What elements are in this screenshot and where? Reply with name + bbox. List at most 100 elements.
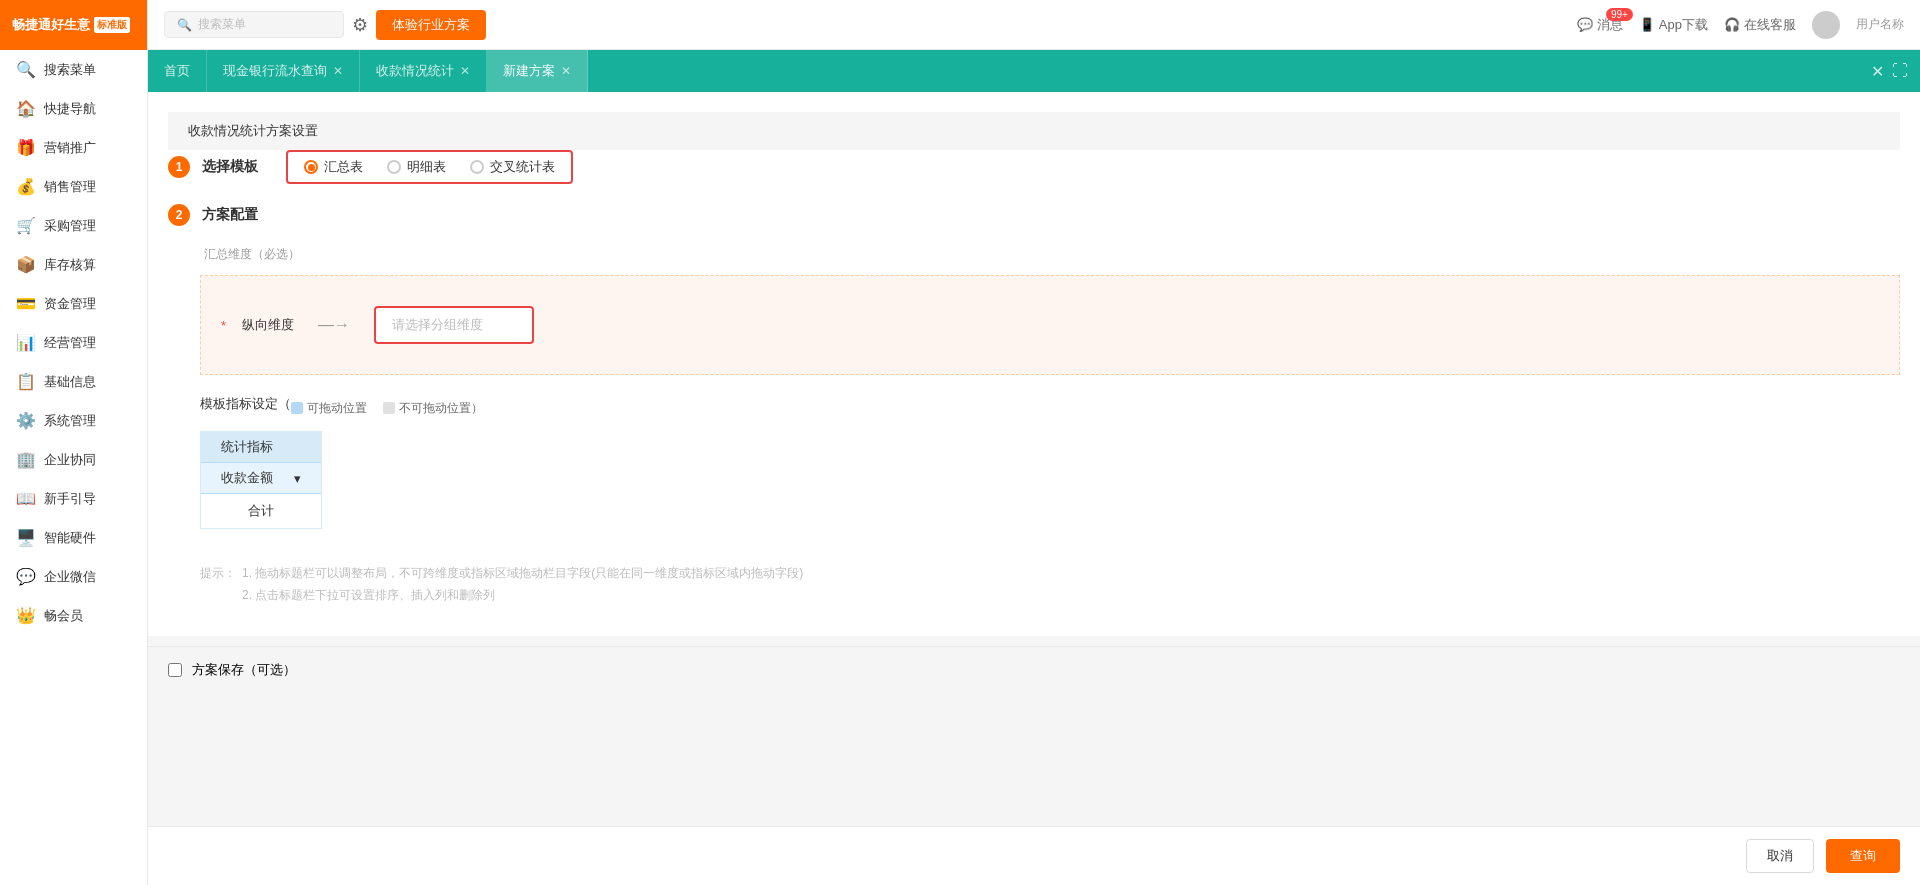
clipboard-icon: 📋 xyxy=(16,372,36,391)
config-content: 汇总维度（必选） * 纵向维度 —→ 请选择分组维度 模板指标设定（ xyxy=(168,246,1900,616)
box-icon: 📦 xyxy=(16,255,36,274)
sidebar-item-label: 基础信息 xyxy=(44,373,96,391)
step2-num: 2 xyxy=(168,204,190,226)
service-btn[interactable]: 🎧 在线客服 xyxy=(1724,16,1796,34)
legend-draggable-label: 可拖动位置 xyxy=(307,400,367,417)
tab-collection-stats[interactable]: 收款情况统计 ✕ xyxy=(360,50,487,92)
sidebar: 畅捷通好生意 标准版 🔍 搜索菜单 🏠 快捷导航 🎁 营销推广 💰 销售管理 🛒… xyxy=(0,0,148,885)
query-button[interactable]: 查询 xyxy=(1826,839,1900,873)
indicator-section-title: 模板指标设定（ xyxy=(200,395,291,413)
download-btn[interactable]: 📱 App下载 xyxy=(1639,16,1708,34)
tab-home-label: 首页 xyxy=(164,62,190,80)
sidebar-item-purchase[interactable]: 🛒 采购管理 xyxy=(0,206,147,245)
home-icon: 🏠 xyxy=(16,99,36,118)
radio-cross-label: 交叉统计表 xyxy=(490,158,555,176)
topbar-left: 🔍 搜索菜单 ⚙ 体验行业方案 xyxy=(164,10,1561,40)
save-checkbox[interactable] xyxy=(168,663,182,677)
tab-actions: ✕ ⛶ xyxy=(1859,50,1920,92)
sidebar-item-label: 营销推广 xyxy=(44,139,96,157)
radio-summary-label: 汇总表 xyxy=(324,158,363,176)
message-icon: 💬 xyxy=(1577,17,1593,32)
sidebar-item-system[interactable]: ⚙️ 系统管理 xyxy=(0,401,147,440)
radio-summary-circle xyxy=(304,160,318,174)
footer-bar: 取消 查询 xyxy=(148,826,1920,885)
tab-collection-stats-label: 收款情况统计 xyxy=(376,62,454,80)
sidebar-item-label: 库存核算 xyxy=(44,256,96,274)
sidebar-item-member[interactable]: 👑 畅会员 xyxy=(0,596,147,635)
main-area: 🔍 搜索菜单 ⚙ 体验行业方案 💬 消息 99+ 📱 App下载 🎧 在线客服 … xyxy=(148,0,1920,885)
gear-icon: ⚙️ xyxy=(16,411,36,430)
settings-icon[interactable]: ⚙ xyxy=(352,14,368,36)
building-icon: 🏢 xyxy=(16,450,36,469)
breadcrumb-text: 收款情况统计方案设置 xyxy=(188,123,318,138)
radio-detail-label: 明细表 xyxy=(407,158,446,176)
tab-cash-bank[interactable]: 现金银行流水查询 ✕ xyxy=(207,50,360,92)
sidebar-item-quick-nav[interactable]: 🏠 快捷导航 xyxy=(0,89,147,128)
radio-cross[interactable]: 交叉统计表 xyxy=(470,158,555,176)
legend-draggable-item: 可拖动位置 xyxy=(291,400,367,417)
tab-expand-icon[interactable]: ⛶ xyxy=(1892,62,1908,80)
step1-title: 选择模板 xyxy=(202,158,258,176)
legend-draggable-dot xyxy=(291,402,303,414)
sidebar-item-guide[interactable]: 📖 新手引导 xyxy=(0,479,147,518)
tip1-line: 提示： 1. 拖动标题栏可以调整布局，不可跨维度或指标区域拖动栏目字段(只能在同… xyxy=(200,563,1900,585)
indicator-dropdown-label: 收款金额 xyxy=(221,469,273,487)
tab-cash-bank-close[interactable]: ✕ xyxy=(333,64,343,78)
dim-select-box[interactable]: 请选择分组维度 xyxy=(374,306,534,344)
sidebar-item-basic-info[interactable]: 📋 基础信息 xyxy=(0,362,147,401)
tips-area: 提示： 1. 拖动标题栏可以调整布局，不可跨维度或指标区域拖动栏目字段(只能在同… xyxy=(200,553,1900,616)
legend-not-draggable-label: 不可拖动位置 xyxy=(399,400,471,417)
tab-collection-stats-close[interactable]: ✕ xyxy=(460,64,470,78)
tab-cash-bank-label: 现金银行流水查询 xyxy=(223,62,327,80)
user-name: 用户名称 xyxy=(1856,16,1904,33)
logo-text: 畅捷通好生意 xyxy=(12,17,90,33)
sidebar-item-operation[interactable]: 📊 经营管理 xyxy=(0,323,147,362)
vertical-dim-label: 纵向维度 xyxy=(242,316,294,334)
indicator-dropdown-row[interactable]: 收款金额 ▾ xyxy=(201,463,321,494)
radio-summary[interactable]: 汇总表 xyxy=(304,158,363,176)
sidebar-item-label: 销售管理 xyxy=(44,178,96,196)
indicator-section: 模板指标设定（ 可拖动位置 不可拖动位置 ） xyxy=(200,395,1900,529)
sidebar-item-label: 新手引导 xyxy=(44,490,96,508)
sidebar-item-label: 畅会员 xyxy=(44,607,83,625)
cancel-button[interactable]: 取消 xyxy=(1746,839,1814,873)
indicator-legend-row: 可拖动位置 不可拖动位置 xyxy=(291,400,471,417)
topbar: 🔍 搜索菜单 ⚙ 体验行业方案 💬 消息 99+ 📱 App下载 🎧 在线客服 … xyxy=(148,0,1920,50)
headset-icon: 🎧 xyxy=(1724,17,1740,32)
industry-btn[interactable]: 体验行业方案 xyxy=(376,10,486,40)
search-menu-icon: 🔍 xyxy=(16,60,36,79)
tab-close-all-icon[interactable]: ✕ xyxy=(1871,62,1884,81)
money-icon: 💰 xyxy=(16,177,36,196)
tab-new-plan[interactable]: 新建方案 ✕ xyxy=(487,50,588,92)
radio-detail[interactable]: 明细表 xyxy=(387,158,446,176)
sidebar-item-smart-hw[interactable]: 🖥️ 智能硬件 xyxy=(0,518,147,557)
sidebar-item-label: 资金管理 xyxy=(44,295,96,313)
tip1-text: 1. 拖动标题栏可以调整布局，不可跨维度或指标区域拖动栏目字段(只能在同一维度或… xyxy=(242,563,803,585)
notification-btn[interactable]: 💬 消息 99+ xyxy=(1577,16,1623,34)
step1-row: 1 选择模板 汇总表 明细表 交叉统计表 xyxy=(168,150,1900,184)
content-area: 收款情况统计方案设置 1 选择模板 汇总表 明细表 xyxy=(148,92,1920,826)
sidebar-item-label: 采购管理 xyxy=(44,217,96,235)
sidebar-item-capital[interactable]: 💳 资金管理 xyxy=(0,284,147,323)
sidebar-item-search-menu[interactable]: 🔍 搜索菜单 xyxy=(0,50,147,89)
dimension-area: * 纵向维度 —→ 请选择分组维度 xyxy=(200,275,1900,375)
sidebar-item-label: 智能硬件 xyxy=(44,529,96,547)
sidebar-item-marketing[interactable]: 🎁 营销推广 xyxy=(0,128,147,167)
sidebar-item-weixin[interactable]: 💬 企业微信 xyxy=(0,557,147,596)
sidebar-item-enterprise[interactable]: 🏢 企业协同 xyxy=(0,440,147,479)
form-area: 收款情况统计方案设置 1 选择模板 汇总表 明细表 xyxy=(148,92,1920,636)
sidebar-item-label: 企业微信 xyxy=(44,568,96,586)
tab-home[interactable]: 首页 xyxy=(148,50,207,92)
dimension-section-title: 汇总维度（必选） xyxy=(200,246,1900,263)
download-icon: 📱 xyxy=(1639,17,1655,32)
sidebar-item-inventory[interactable]: 📦 库存核算 xyxy=(0,245,147,284)
indicator-total-label: 合计 xyxy=(248,503,274,518)
search-placeholder: 搜索菜单 xyxy=(198,16,246,33)
notification-badge: 99+ xyxy=(1606,8,1633,21)
search-box[interactable]: 🔍 搜索菜单 xyxy=(164,11,344,38)
sidebar-item-sales[interactable]: 💰 销售管理 xyxy=(0,167,147,206)
step2-title: 方案配置 xyxy=(202,206,258,224)
sidebar-item-label: 快捷导航 xyxy=(44,100,96,118)
tab-new-plan-close[interactable]: ✕ xyxy=(561,64,571,78)
search-icon: 🔍 xyxy=(177,18,192,32)
